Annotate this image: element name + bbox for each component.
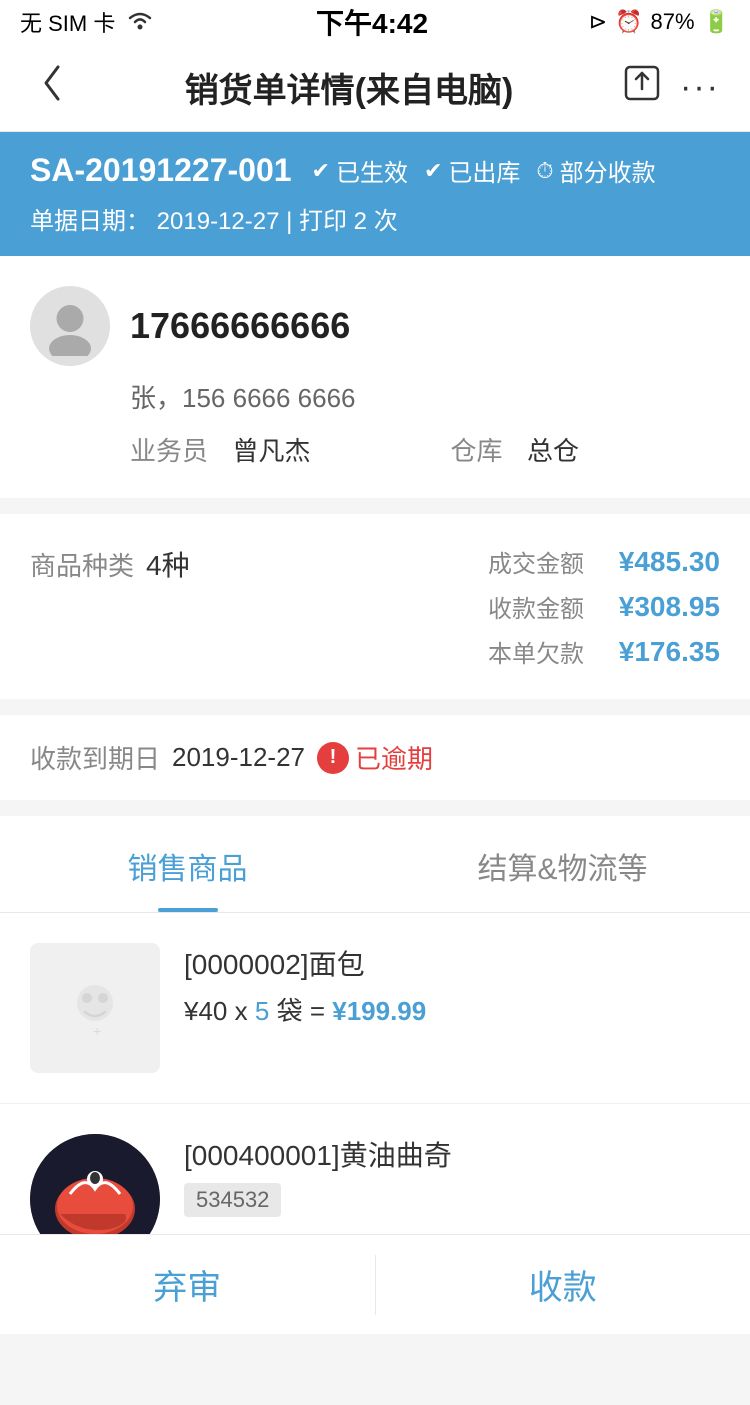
product-price-1: ¥40 x 5 袋 = ¥199.99 — [184, 991, 720, 1028]
warehouse-label: 仓库 — [451, 436, 503, 466]
check-icon-1: ✔ — [312, 158, 330, 184]
status-partial-payment: ⏱ 部分收款 — [536, 153, 655, 188]
page-title: 销货单详情(来自电脑) — [185, 63, 514, 112]
product-name-1: [0000002]面包 — [184, 943, 720, 983]
nav-right-actions: ··· — [624, 65, 720, 110]
clock-icon: ⏱ — [536, 158, 553, 184]
status-shipped: ✔ 已出库 — [424, 153, 520, 188]
due-date-section: 收款到期日 2019-12-27 ! 已逾期 — [0, 715, 750, 800]
overdue-badge: ! 已逾期 — [317, 739, 433, 776]
customer-section: 17666666666 张，156 6666 6666 业务员 曾凡杰 仓库 总… — [0, 256, 750, 498]
list-item: + [0000002]面包 ¥40 x 5 袋 = ¥199.99 — [0, 913, 750, 1104]
amount-row: 成交金额 ¥485.30 — [488, 544, 720, 579]
battery-level: 87% — [651, 9, 695, 35]
product-image-1: + — [30, 943, 160, 1073]
confirm-button[interactable]: 收款 — [376, 1235, 750, 1334]
category-item: 商品种类 4种 — [30, 544, 190, 584]
svg-text:+: + — [93, 1023, 101, 1039]
due-label: 收款到期日 — [30, 739, 160, 776]
bottom-bar: 弃审 收款 — [0, 1234, 750, 1334]
cancel-button[interactable]: 弃审 — [0, 1235, 375, 1334]
check-icon-2: ✔ — [424, 158, 442, 184]
order-date-line: 单据日期： 2019-12-27 | 打印 2 次 — [30, 201, 720, 236]
product-info-1: [0000002]面包 ¥40 x 5 袋 = ¥199.99 — [184, 943, 720, 1028]
location-icon: ⊳ — [589, 9, 607, 35]
status-effective: ✔ 已生效 — [312, 153, 408, 188]
product-tag-2: 534532 — [184, 1183, 281, 1217]
summary-section: 商品种类 4种 成交金额 ¥485.30 收款金额 ¥308.95 本单欠款 ¥… — [0, 514, 750, 699]
sales-person: 曾凡杰 — [232, 436, 310, 466]
tab-sales-products[interactable]: 销售商品 — [0, 816, 375, 912]
wifi-icon — [125, 8, 155, 37]
debt-row: 本单欠款 ¥176.35 — [488, 634, 720, 669]
tabs-header: 销售商品 结算&物流等 — [0, 816, 750, 913]
order-header: SA-20191227-001 ✔ 已生效 ✔ 已出库 ⏱ 部分收款 单据日期：… — [0, 132, 750, 256]
customer-contact: 张，156 6666 6666 — [30, 378, 720, 415]
status-time: 下午4:42 — [316, 2, 428, 42]
overdue-icon: ! — [317, 742, 349, 774]
more-icon[interactable]: ··· — [680, 68, 720, 107]
due-date-value: 2019-12-27 — [172, 742, 305, 773]
warehouse-value: 总仓 — [527, 436, 579, 466]
product-name-2: [000400001]黄油曲奇 — [184, 1134, 720, 1174]
sales-label: 业务员 — [130, 436, 208, 466]
status-bar: 无 SIM 卡 下午4:42 ⊳ ⏰ 87% 🔋 — [0, 0, 750, 44]
share-icon[interactable] — [624, 65, 660, 110]
sim-status: 无 SIM 卡 — [20, 6, 115, 38]
order-id: SA-20191227-001 — [30, 152, 292, 189]
back-button[interactable] — [30, 53, 74, 122]
received-row: 收款金额 ¥308.95 — [488, 589, 720, 624]
alarm-icon: ⏰ — [615, 9, 642, 35]
overdue-text: 已逾期 — [355, 739, 433, 776]
tabs-section: 销售商品 结算&物流等 + [0000002]面包 — [0, 816, 750, 1305]
tab-settlement[interactable]: 结算&物流等 — [375, 816, 750, 912]
status-left: 无 SIM 卡 — [20, 6, 155, 38]
status-right: ⊳ ⏰ 87% 🔋 — [589, 9, 730, 35]
nav-bar: 销货单详情(来自电脑) ··· — [0, 44, 750, 132]
customer-meta: 业务员 曾凡杰 仓库 总仓 — [30, 431, 720, 468]
avatar — [30, 286, 110, 366]
customer-name: 17666666666 — [130, 305, 350, 347]
battery-icon: 🔋 — [703, 9, 730, 35]
